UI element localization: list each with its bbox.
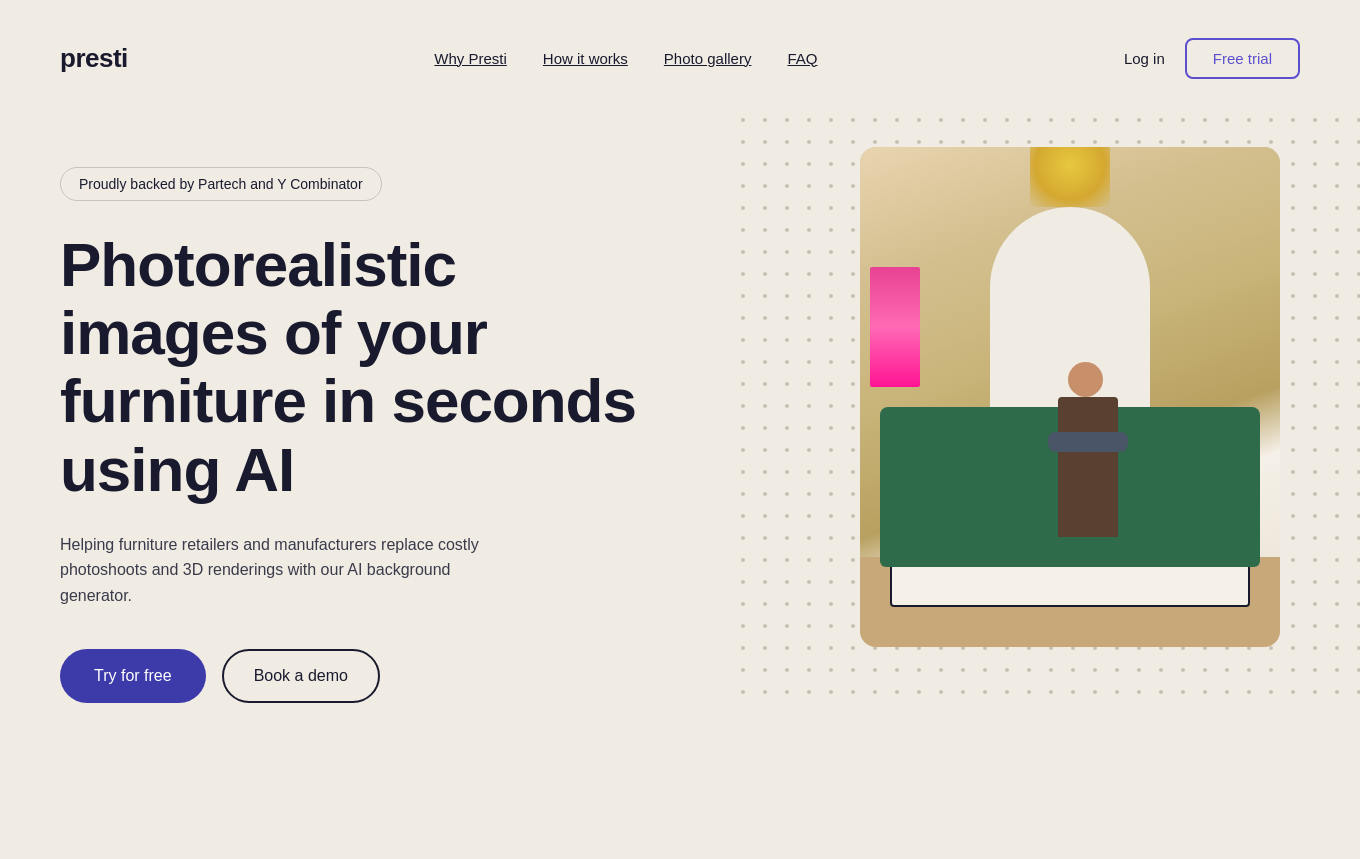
- nav-links: Why Presti How it works Photo gallery FA…: [434, 50, 817, 68]
- page-wrapper: presti Why Presti How it works Photo gal…: [0, 0, 1360, 859]
- artwork: [870, 267, 920, 387]
- hero-photo: [860, 147, 1280, 647]
- nav-right: Log in Free trial: [1124, 38, 1300, 79]
- hero-title: Photorealistic images of your furniture …: [60, 231, 640, 504]
- chandelier: [1030, 147, 1110, 207]
- hero-section: Proudly backed by Partech and Y Combinat…: [40, 97, 1320, 743]
- nav-how-it-works[interactable]: How it works: [543, 50, 628, 67]
- free-trial-button[interactable]: Free trial: [1185, 38, 1300, 79]
- book-demo-button[interactable]: Book a demo: [222, 649, 380, 703]
- hero-buttons: Try for free Book a demo: [60, 649, 640, 703]
- nav-why-presti[interactable]: Why Presti: [434, 50, 507, 67]
- login-link[interactable]: Log in: [1124, 50, 1165, 67]
- backed-by-badge: Proudly backed by Partech and Y Combinat…: [60, 167, 382, 201]
- hero-content: Proudly backed by Partech and Y Combinat…: [60, 157, 640, 703]
- room-illustration: [860, 147, 1280, 647]
- main-card: presti Why Presti How it works Photo gal…: [40, 20, 1320, 840]
- person-silhouette: [1058, 397, 1118, 537]
- hero-image-area: [800, 117, 1320, 697]
- try-for-free-button[interactable]: Try for free: [60, 649, 206, 703]
- nav-photo-gallery[interactable]: Photo gallery: [664, 50, 752, 67]
- hero-subtitle: Helping furniture retailers and manufact…: [60, 532, 480, 609]
- navbar: presti Why Presti How it works Photo gal…: [40, 20, 1320, 97]
- nav-faq[interactable]: FAQ: [787, 50, 817, 67]
- brand-logo[interactable]: presti: [60, 43, 128, 74]
